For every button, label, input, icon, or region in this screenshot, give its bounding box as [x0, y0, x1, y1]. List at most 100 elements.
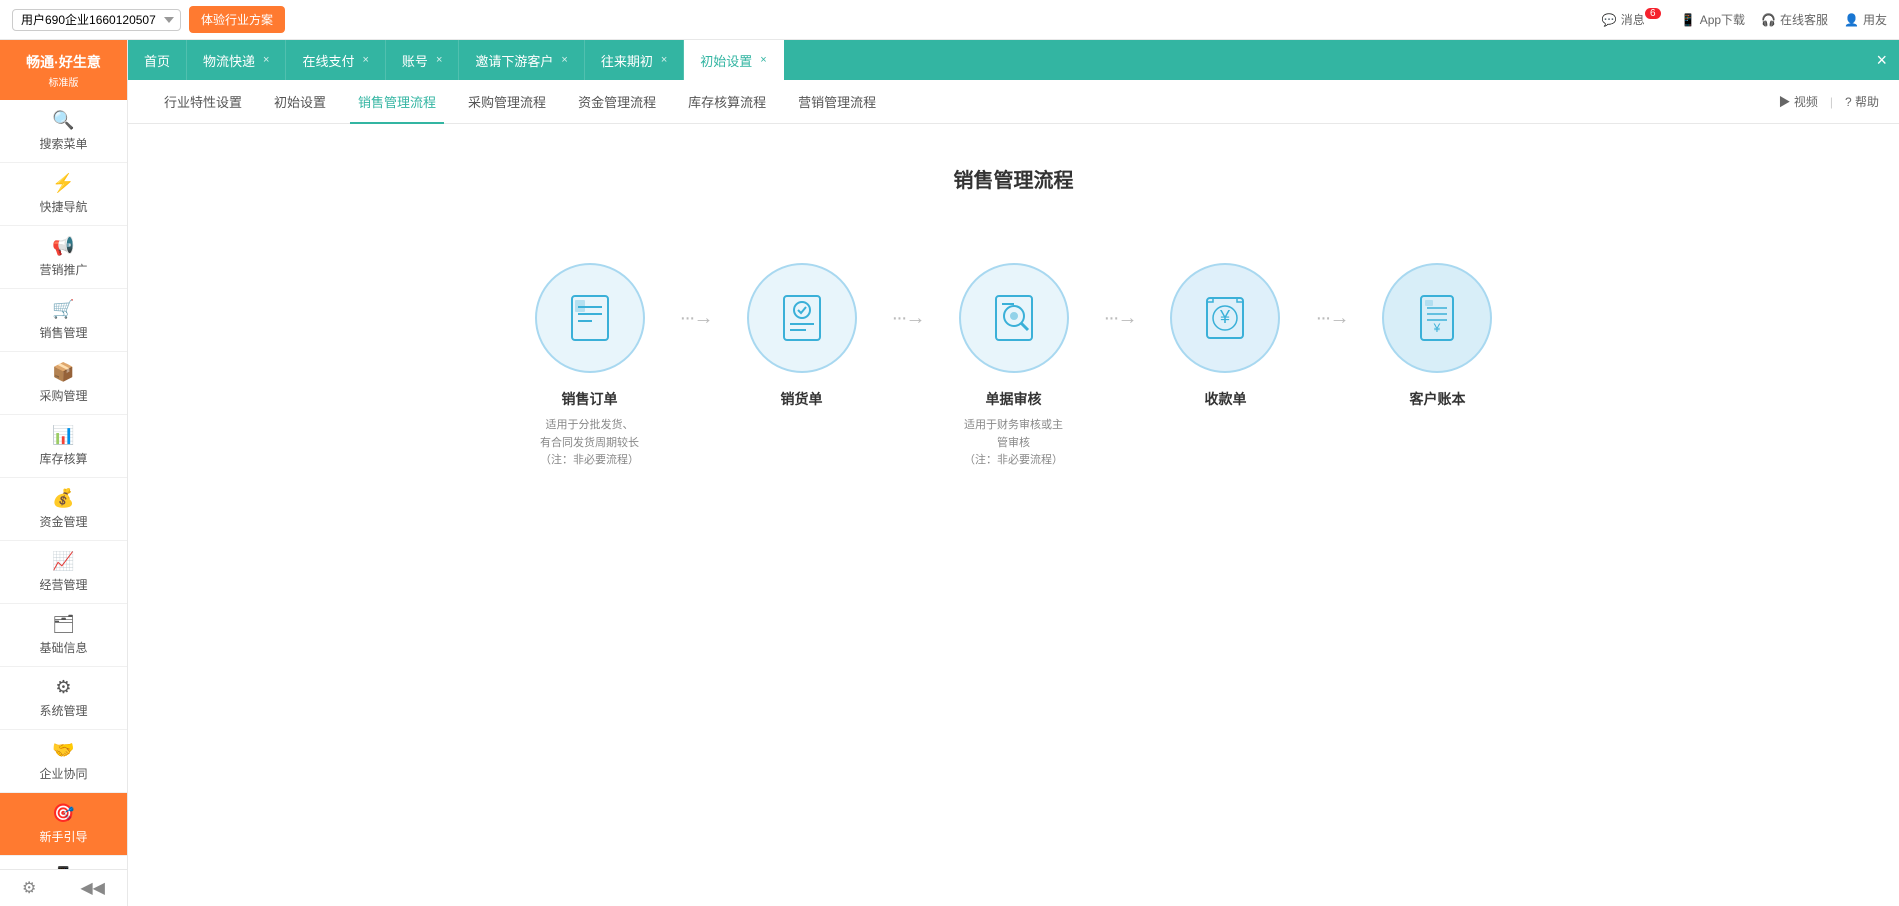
flow-label-ledger: 客户账本	[1409, 389, 1465, 409]
sidebar-items: 🔍 搜索菜单 ⚡ 快捷导航 📢 营销推广 🛒 销售管理 📦 采购管理 📊 库存核…	[0, 100, 127, 869]
navtab-init[interactable]: 初始设置 ×	[684, 40, 783, 80]
help-link[interactable]: ? 帮助	[1845, 93, 1879, 110]
sidebar-label-search: 搜索菜单	[39, 135, 87, 152]
divider: |	[1830, 95, 1833, 109]
sales-order-icon	[562, 290, 618, 346]
company-select[interactable]: 用户690企业1660120507	[12, 9, 181, 31]
settings-bottom-icon[interactable]: ⚙	[22, 878, 36, 898]
user-name: 用友	[1863, 11, 1887, 28]
subtab-purchase-flow-label: 采购管理流程	[468, 92, 546, 111]
message-icon: 💬	[1602, 13, 1617, 27]
svg-text:¥: ¥	[1219, 307, 1231, 327]
sidebar-item-inventory[interactable]: 📊 库存核算	[0, 415, 127, 478]
ledger-icon: ¥	[1409, 290, 1465, 346]
navtab-account[interactable]: 账号 ×	[386, 40, 459, 80]
sidebar-item-search[interactable]: 🔍 搜索菜单	[0, 100, 127, 163]
sidebar-item-quicknav[interactable]: ⚡ 快捷导航	[0, 163, 127, 226]
purchase-icon: 📦	[52, 362, 74, 383]
logo-title: 畅通·好生意	[26, 52, 101, 72]
subtab-sales-flow[interactable]: 销售管理流程	[342, 80, 452, 124]
sidebar-bottom: ⚙ ◀◀	[0, 869, 127, 906]
sidebar-label-quicknav: 快捷导航	[39, 198, 87, 215]
sidebar-label-finance: 资金管理	[39, 513, 87, 530]
sales-icon: 🛒	[52, 299, 74, 320]
navtab-invite-label: 邀请下游客户	[475, 51, 553, 70]
navtab-invite[interactable]: 邀请下游客户 ×	[459, 40, 584, 80]
sidebar: 畅通·好生意 标准版 🔍 搜索菜单 ⚡ 快捷导航 📢 营销推广 🛒 销售管理 📦…	[0, 40, 128, 906]
user-item[interactable]: 👤 用友	[1844, 11, 1887, 28]
flow-arrow-2: ···→	[892, 263, 924, 330]
subtabs-right: ▶ 视频 | ? 帮助	[1778, 93, 1879, 110]
navtab-home[interactable]: 首页	[128, 40, 187, 80]
sidebar-label-sales: 销售管理	[39, 324, 87, 341]
flow-label-sales-order: 销售订单	[562, 389, 618, 409]
search-icon: 🔍	[52, 110, 74, 131]
page-title: 销售管理流程	[168, 164, 1859, 193]
sidebar-label-ops: 经营管理	[39, 576, 87, 593]
play-icon: ▶	[1778, 95, 1790, 109]
sidebar-item-appcenter[interactable]: 📱 应用中心	[0, 856, 127, 869]
logo-subtitle: 标准版	[49, 74, 79, 89]
flow-diagram: 销售订单 适用于分批发货、有合同发货周期较长（注：非必要流程） ···→ 销货单	[168, 243, 1859, 510]
receipt-icon: ¥	[1197, 290, 1253, 346]
delivery-icon	[774, 290, 830, 346]
subtab-inventory-flow[interactable]: 库存核算流程	[672, 80, 782, 124]
subtab-marketing-flow[interactable]: 营销管理流程	[782, 80, 892, 124]
help-label: 帮助	[1855, 95, 1879, 109]
message-label: 消息	[1621, 11, 1645, 28]
navtab-account-label: 账号	[402, 51, 428, 70]
flow-step-ledger: ¥ 客户账本	[1347, 263, 1527, 417]
sidebar-label-marketing: 营销推广	[39, 261, 87, 278]
system-icon: ⚙	[55, 677, 71, 698]
collapse-icon[interactable]: ◀◀	[80, 878, 105, 898]
app-download-item[interactable]: 📱 App下载	[1681, 11, 1745, 28]
video-label: 视频	[1794, 95, 1818, 109]
navtab-invite-close[interactable]: ×	[561, 54, 567, 66]
headset-icon: 🎧	[1761, 13, 1776, 27]
subtab-purchase-flow[interactable]: 采购管理流程	[452, 80, 562, 124]
navtab-init-close[interactable]: ×	[760, 54, 766, 66]
navtab-logistics[interactable]: 物流快递 ×	[187, 40, 286, 80]
page-content: 销售管理流程 销售订单 适用于分批发货、有合同发货周期较长（注：非必要流程）	[128, 124, 1899, 530]
help-icon: ?	[1845, 95, 1852, 109]
sidebar-item-system[interactable]: ⚙ 系统管理	[0, 667, 127, 730]
video-link[interactable]: ▶ 视频	[1778, 93, 1817, 110]
navtab-init-label: 初始设置	[700, 51, 752, 70]
subtab-finance-flow[interactable]: 资金管理流程	[562, 80, 672, 124]
close-all-tabs[interactable]: ×	[1864, 40, 1899, 80]
svg-text:¥: ¥	[1433, 321, 1441, 335]
message-item[interactable]: 💬 消息 6	[1602, 11, 1665, 28]
navtab-payment[interactable]: 在线支付 ×	[286, 40, 385, 80]
sidebar-item-baseinfo[interactable]: 🗂 基础信息	[0, 604, 127, 667]
flow-step-sales-order: 销售订单 适用于分批发货、有合同发货周期较长（注：非必要流程）	[500, 263, 680, 470]
navtab-period-close[interactable]: ×	[661, 54, 667, 66]
sidebar-item-marketing[interactable]: 📢 营销推广	[0, 226, 127, 289]
main-content: 行业特性设置 初始设置 销售管理流程 采购管理流程 资金管理流程 库存核算流程 …	[128, 80, 1899, 906]
sidebar-item-newbie[interactable]: 🎯 新手引导	[0, 793, 127, 856]
topbar-right: 💬 消息 6 📱 App下载 🎧 在线客服 👤 用友	[1602, 11, 1887, 28]
topbar: 用户690企业1660120507 体验行业方案 💬 消息 6 📱 App下载 …	[0, 0, 1899, 40]
navtab-home-label: 首页	[144, 51, 170, 70]
navtabs: 首页 物流快递 × 在线支付 × 账号 × 邀请下游客户 × 往来期初 × 初始…	[128, 40, 1899, 80]
trial-button[interactable]: 体验行业方案	[189, 6, 285, 33]
sidebar-item-finance[interactable]: 💰 资金管理	[0, 478, 127, 541]
sidebar-label-purchase: 采购管理	[39, 387, 87, 404]
subtab-industry-label: 行业特性设置	[164, 92, 242, 111]
sidebar-item-collab[interactable]: 🤝 企业协同	[0, 730, 127, 793]
flow-label-audit: 单据审核	[986, 389, 1042, 409]
subtab-industry[interactable]: 行业特性设置	[148, 80, 258, 124]
navtab-period[interactable]: 往来期初 ×	[585, 40, 684, 80]
sidebar-item-ops[interactable]: 📈 经营管理	[0, 541, 127, 604]
navtab-logistics-close[interactable]: ×	[263, 54, 269, 66]
navtab-account-close[interactable]: ×	[436, 54, 442, 66]
sidebar-item-sales[interactable]: 🛒 销售管理	[0, 289, 127, 352]
sidebar-label-system: 系统管理	[39, 702, 87, 719]
subtab-init[interactable]: 初始设置	[258, 80, 342, 124]
service-item[interactable]: 🎧 在线客服	[1761, 11, 1828, 28]
subtab-sales-flow-label: 销售管理流程	[358, 92, 436, 111]
flow-step-delivery: 销货单	[712, 263, 892, 417]
sidebar-item-purchase[interactable]: 📦 采购管理	[0, 352, 127, 415]
navtab-payment-close[interactable]: ×	[362, 54, 368, 66]
flow-circle-sales-order	[535, 263, 645, 373]
flow-arrow-1: ···→	[680, 263, 712, 330]
